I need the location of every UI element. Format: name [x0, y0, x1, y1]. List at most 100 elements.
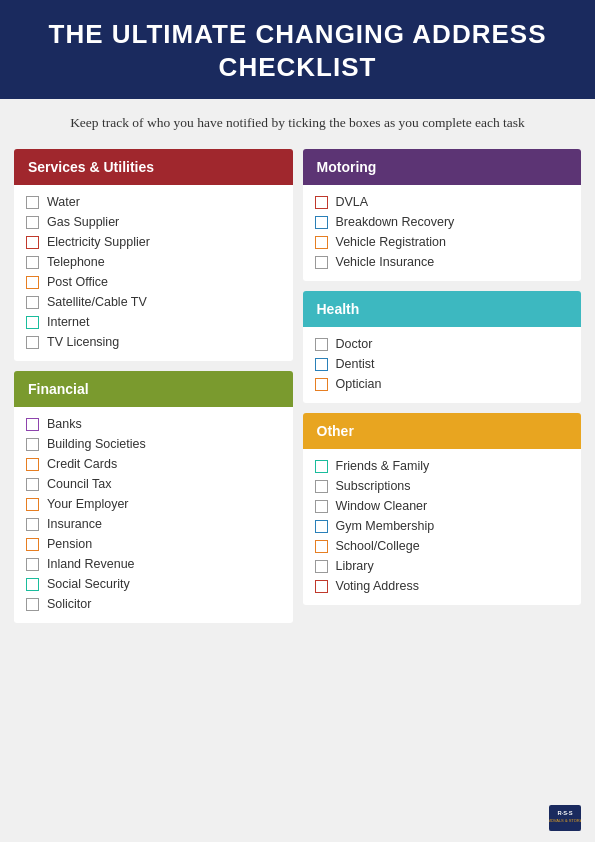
item-label: Banks: [47, 417, 82, 431]
logo: R·S·S REMOVALS & STORAGE: [549, 802, 581, 834]
list-item[interactable]: Building Societies: [26, 437, 281, 451]
checkbox[interactable]: [315, 338, 328, 351]
list-item[interactable]: Council Tax: [26, 477, 281, 491]
item-label: Council Tax: [47, 477, 111, 491]
item-label: Vehicle Insurance: [336, 255, 435, 269]
checkbox[interactable]: [26, 256, 39, 269]
list-item[interactable]: Gym Membership: [315, 519, 570, 533]
page: THE ULTIMATE CHANGING ADDRESS CHECKLIST …: [0, 0, 595, 842]
other-body: Friends & Family Subscriptions Window Cl…: [303, 449, 582, 605]
item-label: Library: [336, 559, 374, 573]
list-item[interactable]: Doctor: [315, 337, 570, 351]
item-label: Breakdown Recovery: [336, 215, 455, 229]
checkbox[interactable]: [315, 500, 328, 513]
item-label: Subscriptions: [336, 479, 411, 493]
item-label: Solicitor: [47, 597, 91, 611]
list-item[interactable]: Social Security: [26, 577, 281, 591]
services-header: Services & Utilities: [14, 149, 293, 185]
motoring-body: DVLA Breakdown Recovery Vehicle Registra…: [303, 185, 582, 281]
checkbox[interactable]: [26, 478, 39, 491]
list-item[interactable]: Window Cleaner: [315, 499, 570, 513]
health-body: Doctor Dentist Optician: [303, 327, 582, 403]
list-item[interactable]: DVLA: [315, 195, 570, 209]
item-label: Social Security: [47, 577, 130, 591]
item-label: Telephone: [47, 255, 105, 269]
list-item[interactable]: Vehicle Registration: [315, 235, 570, 249]
checkbox[interactable]: [26, 578, 39, 591]
checkbox[interactable]: [26, 458, 39, 471]
item-label: Window Cleaner: [336, 499, 428, 513]
list-item[interactable]: Your Employer: [26, 497, 281, 511]
list-item[interactable]: Credit Cards: [26, 457, 281, 471]
item-label: Post Office: [47, 275, 108, 289]
other-section: Other Friends & Family Subscriptions Win…: [303, 413, 582, 605]
item-label: Satellite/Cable TV: [47, 295, 147, 309]
checkbox[interactable]: [26, 498, 39, 511]
checkbox[interactable]: [315, 256, 328, 269]
list-item[interactable]: Post Office: [26, 275, 281, 289]
services-section: Services & Utilities Water Gas Supplier …: [14, 149, 293, 361]
list-item[interactable]: Breakdown Recovery: [315, 215, 570, 229]
item-label: Water: [47, 195, 80, 209]
list-item[interactable]: Friends & Family: [315, 459, 570, 473]
list-item[interactable]: Pension: [26, 537, 281, 551]
health-header: Health: [303, 291, 582, 327]
checkbox[interactable]: [26, 276, 39, 289]
item-label: Vehicle Registration: [336, 235, 446, 249]
list-item[interactable]: Telephone: [26, 255, 281, 269]
list-item[interactable]: Satellite/Cable TV: [26, 295, 281, 309]
list-item[interactable]: Solicitor: [26, 597, 281, 611]
list-item[interactable]: Dentist: [315, 357, 570, 371]
list-item[interactable]: Banks: [26, 417, 281, 431]
item-label: Insurance: [47, 517, 102, 531]
list-item[interactable]: Insurance: [26, 517, 281, 531]
checkbox[interactable]: [26, 236, 39, 249]
list-item[interactable]: School/College: [315, 539, 570, 553]
list-item[interactable]: TV Licensing: [26, 335, 281, 349]
item-label: DVLA: [336, 195, 369, 209]
checkbox[interactable]: [315, 540, 328, 553]
checkbox[interactable]: [315, 358, 328, 371]
checkbox[interactable]: [315, 378, 328, 391]
list-item[interactable]: Vehicle Insurance: [315, 255, 570, 269]
item-label: Building Societies: [47, 437, 146, 451]
financial-section: Financial Banks Building Societies Credi…: [14, 371, 293, 623]
item-label: Pension: [47, 537, 92, 551]
list-item[interactable]: Internet: [26, 315, 281, 329]
list-item[interactable]: Water: [26, 195, 281, 209]
checkbox[interactable]: [315, 580, 328, 593]
checkbox[interactable]: [315, 560, 328, 573]
checkbox[interactable]: [26, 518, 39, 531]
list-item[interactable]: Gas Supplier: [26, 215, 281, 229]
list-item[interactable]: Electricity Supplier: [26, 235, 281, 249]
checkbox[interactable]: [315, 196, 328, 209]
checkbox[interactable]: [26, 336, 39, 349]
item-label: Doctor: [336, 337, 373, 351]
checkbox[interactable]: [315, 520, 328, 533]
right-column: Motoring DVLA Breakdown Recovery Vehicle…: [303, 149, 582, 788]
checkbox[interactable]: [26, 598, 39, 611]
checkbox[interactable]: [315, 460, 328, 473]
checkbox[interactable]: [26, 216, 39, 229]
item-label: Friends & Family: [336, 459, 430, 473]
checkbox[interactable]: [315, 480, 328, 493]
item-label: Internet: [47, 315, 89, 329]
list-item[interactable]: Voting Address: [315, 579, 570, 593]
checkbox[interactable]: [26, 438, 39, 451]
checkbox[interactable]: [315, 216, 328, 229]
checkbox[interactable]: [315, 236, 328, 249]
checkbox[interactable]: [26, 538, 39, 551]
list-item[interactable]: Subscriptions: [315, 479, 570, 493]
checkbox[interactable]: [26, 196, 39, 209]
checkbox[interactable]: [26, 418, 39, 431]
list-item[interactable]: Inland Revenue: [26, 557, 281, 571]
checkbox[interactable]: [26, 316, 39, 329]
health-section: Health Doctor Dentist Optician: [303, 291, 582, 403]
svg-text:R·S·S: R·S·S: [557, 810, 572, 816]
subtitle: Keep track of who you have notified by t…: [0, 99, 595, 145]
list-item[interactable]: Library: [315, 559, 570, 573]
checkbox[interactable]: [26, 296, 39, 309]
checkbox[interactable]: [26, 558, 39, 571]
list-item[interactable]: Optician: [315, 377, 570, 391]
item-label: Voting Address: [336, 579, 419, 593]
